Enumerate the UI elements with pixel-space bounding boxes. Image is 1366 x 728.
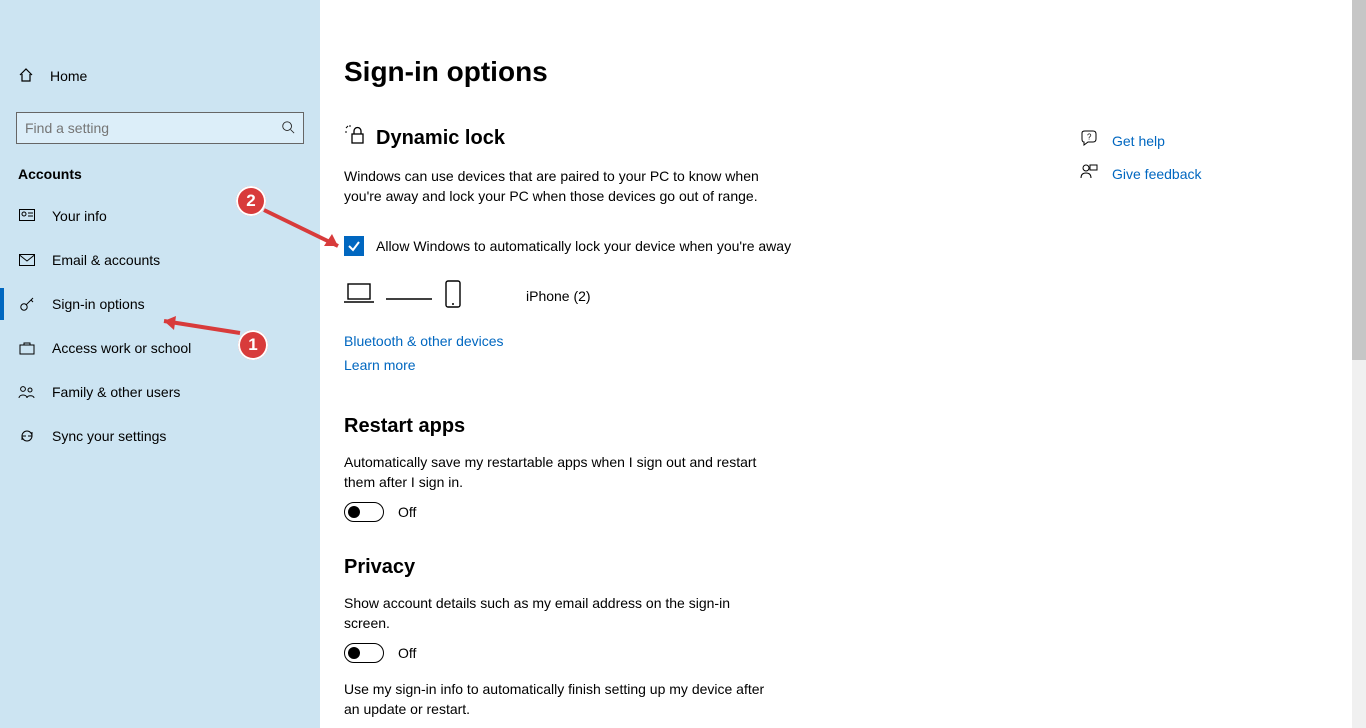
phone-icon: [444, 280, 462, 311]
dynamic-lock-checkbox-row[interactable]: Allow Windows to automatically lock your…: [344, 236, 1366, 256]
sidebar: Home Accounts Your info Email & accounts…: [0, 0, 320, 728]
mail-icon: [18, 254, 36, 266]
privacy-description-1: Show account details such as my email ad…: [344, 593, 774, 633]
sidebar-home-label: Home: [50, 68, 87, 84]
sidebar-item-email-accounts[interactable]: Email & accounts: [0, 238, 320, 282]
link-give-feedback[interactable]: Give feedback: [1080, 163, 1202, 184]
link-label: Give feedback: [1112, 166, 1202, 182]
annotation-callout-1: 1: [238, 330, 268, 360]
section-privacy: Privacy Show account details such as my …: [344, 556, 1366, 719]
restart-apps-toggle[interactable]: [344, 502, 384, 522]
sidebar-item-label: Sign-in options: [52, 296, 145, 312]
section-heading: Restart apps: [344, 415, 465, 438]
briefcase-icon: [18, 341, 36, 355]
key-icon: [18, 296, 36, 312]
sidebar-item-access-work-school[interactable]: Access work or school: [0, 326, 320, 370]
sidebar-item-family-users[interactable]: Family & other users: [0, 370, 320, 414]
search-input[interactable]: [25, 120, 255, 136]
page-title: Sign-in options: [344, 56, 1366, 88]
sidebar-item-label: Email & accounts: [52, 252, 160, 268]
section-heading: Privacy: [344, 556, 415, 579]
sidebar-item-label: Family & other users: [52, 384, 180, 400]
search-icon: [281, 120, 295, 137]
people-icon: [18, 385, 36, 399]
svg-text:?: ?: [1087, 133, 1092, 142]
scrollbar-thumb[interactable]: [1352, 0, 1366, 360]
sidebar-item-label: Sync your settings: [52, 428, 166, 444]
dynamic-lock-icon: [344, 124, 366, 152]
toggle-state-label: Off: [398, 643, 416, 663]
annotation-callout-2: 2: [236, 186, 266, 216]
sidebar-item-label: Your info: [52, 208, 107, 224]
privacy-toggle[interactable]: [344, 643, 384, 663]
feedback-icon: [1080, 163, 1098, 184]
section-heading: Dynamic lock: [376, 127, 505, 150]
sync-icon: [18, 428, 36, 444]
restart-apps-description: Automatically save my restartable apps w…: [344, 452, 774, 492]
search-box[interactable]: [16, 112, 304, 144]
paired-device-name: iPhone (2): [526, 286, 591, 306]
sidebar-group-label: Accounts: [0, 144, 320, 194]
privacy-description-2: Use my sign-in info to automatically fin…: [344, 679, 774, 719]
laptop-icon: [344, 281, 374, 310]
sidebar-item-your-info[interactable]: Your info: [0, 194, 320, 238]
sidebar-item-sign-in-options[interactable]: Sign-in options: [0, 282, 320, 326]
main-content: Sign-in options Dynamic lock Windows can…: [320, 0, 1366, 728]
paired-device-row: iPhone (2): [344, 280, 1366, 311]
checkbox-label: Allow Windows to automatically lock your…: [376, 236, 796, 256]
link-label: Get help: [1112, 133, 1165, 149]
sidebar-home[interactable]: Home: [0, 56, 320, 96]
checkbox-checked-icon[interactable]: [344, 236, 364, 256]
home-icon: [18, 67, 34, 86]
sidebar-item-label: Access work or school: [52, 340, 191, 356]
section-restart-apps: Restart apps Automatically save my resta…: [344, 415, 1366, 522]
link-learn-more[interactable]: Learn more: [344, 357, 416, 373]
person-card-icon: [18, 209, 36, 223]
link-bluetooth-devices[interactable]: Bluetooth & other devices: [344, 333, 504, 349]
section-dynamic-lock: Dynamic lock Windows can use devices tha…: [344, 124, 1366, 381]
right-side-links: ? Get help Give feedback: [1080, 130, 1202, 184]
dynamic-lock-description: Windows can use devices that are paired …: [344, 166, 774, 206]
help-icon: ?: [1080, 130, 1098, 151]
toggle-state-label: Off: [398, 502, 416, 522]
link-get-help[interactable]: ? Get help: [1080, 130, 1202, 151]
connection-line-icon: [386, 288, 432, 304]
sidebar-item-sync-settings[interactable]: Sync your settings: [0, 414, 320, 458]
